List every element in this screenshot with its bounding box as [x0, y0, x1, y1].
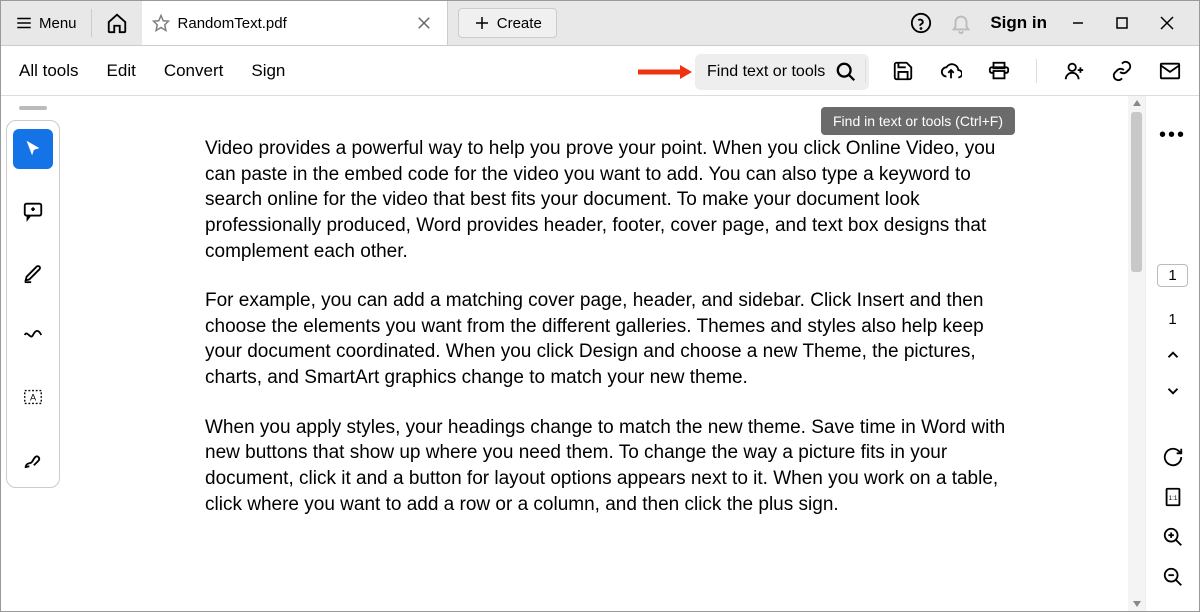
divider: [1036, 59, 1037, 83]
page-input[interactable]: 1: [1157, 264, 1187, 287]
fit-page-icon: 1:1: [1162, 486, 1184, 508]
link-icon: [1111, 60, 1133, 82]
secondary-toolbar: All tools Edit Convert Sign Find text or…: [1, 46, 1199, 96]
signin-button[interactable]: Sign in: [990, 13, 1047, 33]
save-button[interactable]: [892, 60, 914, 82]
find-tooltip: Find in text or tools (Ctrl+F): [821, 107, 1015, 135]
rotate-icon: [1162, 446, 1184, 468]
paragraph: Video provides a powerful way to help yo…: [205, 136, 1025, 264]
star-icon: [152, 14, 170, 32]
print-button[interactable]: [988, 60, 1010, 82]
mail-icon: [1159, 60, 1181, 82]
cloud-upload-icon: [940, 60, 962, 82]
text-box-tool[interactable]: A: [13, 377, 53, 417]
highlight-tool[interactable]: [13, 253, 53, 293]
email-button[interactable]: [1159, 60, 1181, 82]
create-button[interactable]: Create: [458, 8, 557, 38]
paragraph: For example, you can add a matching cove…: [205, 288, 1025, 391]
maximize-button[interactable]: [1109, 16, 1135, 30]
vertical-scrollbar[interactable]: [1128, 96, 1145, 611]
zoom-out-button[interactable]: [1162, 566, 1184, 588]
maximize-icon: [1115, 16, 1129, 30]
tab-title: RandomText.pdf: [178, 15, 287, 32]
help-button[interactable]: [910, 12, 932, 34]
all-tools-menu[interactable]: All tools: [19, 61, 79, 81]
body-area: A Video provides a powerful way to help …: [1, 96, 1199, 611]
chevron-down-icon: [1164, 382, 1182, 400]
document-tab[interactable]: RandomText.pdf: [142, 1, 448, 45]
select-tool[interactable]: [13, 129, 53, 169]
cursor-icon: [22, 138, 44, 160]
sign-menu[interactable]: Sign: [251, 61, 285, 81]
plus-icon: [473, 14, 491, 32]
left-toolbar: A: [1, 96, 65, 611]
freeform-icon: [22, 324, 44, 346]
comment-tool[interactable]: [13, 191, 53, 231]
zoom-out-icon: [1162, 566, 1184, 588]
help-icon: [910, 12, 932, 34]
pen-sign-icon: [22, 448, 44, 470]
topbar-right: Sign in: [910, 12, 1199, 34]
bell-icon: [950, 12, 972, 34]
find-label: Find text or tools: [707, 63, 825, 81]
draw-tool[interactable]: [13, 315, 53, 355]
zoom-in-icon: [1162, 526, 1184, 548]
close-window-button[interactable]: [1153, 15, 1181, 31]
minimize-button[interactable]: [1065, 16, 1091, 30]
divider: [865, 59, 866, 83]
paragraph: When you apply styles, your headings cha…: [205, 415, 1025, 518]
document-view[interactable]: Video provides a powerful way to help yo…: [65, 96, 1145, 611]
share-button[interactable]: [1063, 60, 1085, 82]
scroll-down-icon[interactable]: [1132, 599, 1142, 609]
scroll-up-icon[interactable]: [1132, 98, 1142, 108]
menu-button[interactable]: Menu: [1, 1, 91, 45]
zoom-in-button[interactable]: [1162, 526, 1184, 548]
cloud-upload-button[interactable]: [940, 60, 962, 82]
edit-menu[interactable]: Edit: [107, 61, 136, 81]
comment-icon: [22, 200, 44, 222]
link-button[interactable]: [1111, 60, 1133, 82]
minimize-icon: [1071, 16, 1085, 30]
create-label: Create: [497, 15, 542, 32]
find-text-button[interactable]: Find text or tools: [695, 54, 869, 90]
share-people-icon: [1063, 60, 1085, 82]
scroll-thumb[interactable]: [1131, 112, 1142, 272]
save-icon: [892, 60, 914, 82]
home-icon: [106, 12, 128, 34]
tab-close-button[interactable]: [415, 14, 433, 32]
fit-page-button[interactable]: 1:1: [1162, 486, 1184, 508]
close-icon: [415, 14, 433, 32]
chevron-up-icon: [1164, 346, 1182, 364]
right-toolbar: ••• 1 1 1:1: [1145, 96, 1199, 611]
svg-text:A: A: [30, 393, 37, 403]
signature-tool[interactable]: [13, 439, 53, 479]
convert-menu[interactable]: Convert: [164, 61, 224, 81]
print-icon: [988, 60, 1010, 82]
tool-palette: A: [6, 120, 60, 488]
notifications-button[interactable]: [950, 12, 972, 34]
search-icon: [835, 61, 857, 83]
page-total: 1: [1168, 311, 1176, 328]
home-button[interactable]: [92, 12, 142, 34]
page-up-button[interactable]: [1164, 346, 1182, 364]
more-options-button[interactable]: •••: [1159, 124, 1186, 147]
annotation-arrow: [636, 64, 692, 80]
svg-text:1:1: 1:1: [1168, 495, 1177, 502]
close-icon: [1159, 15, 1175, 31]
hamburger-icon: [15, 14, 33, 32]
drag-handle[interactable]: [19, 106, 47, 110]
rotate-button[interactable]: [1162, 446, 1184, 468]
page-down-button[interactable]: [1164, 382, 1182, 400]
window-titlebar: Menu RandomText.pdf Create Sign in: [1, 1, 1199, 46]
highlighter-icon: [22, 262, 44, 284]
text-box-icon: A: [22, 386, 44, 408]
toolbar-icons: [865, 46, 1181, 95]
menu-label: Menu: [39, 15, 77, 32]
